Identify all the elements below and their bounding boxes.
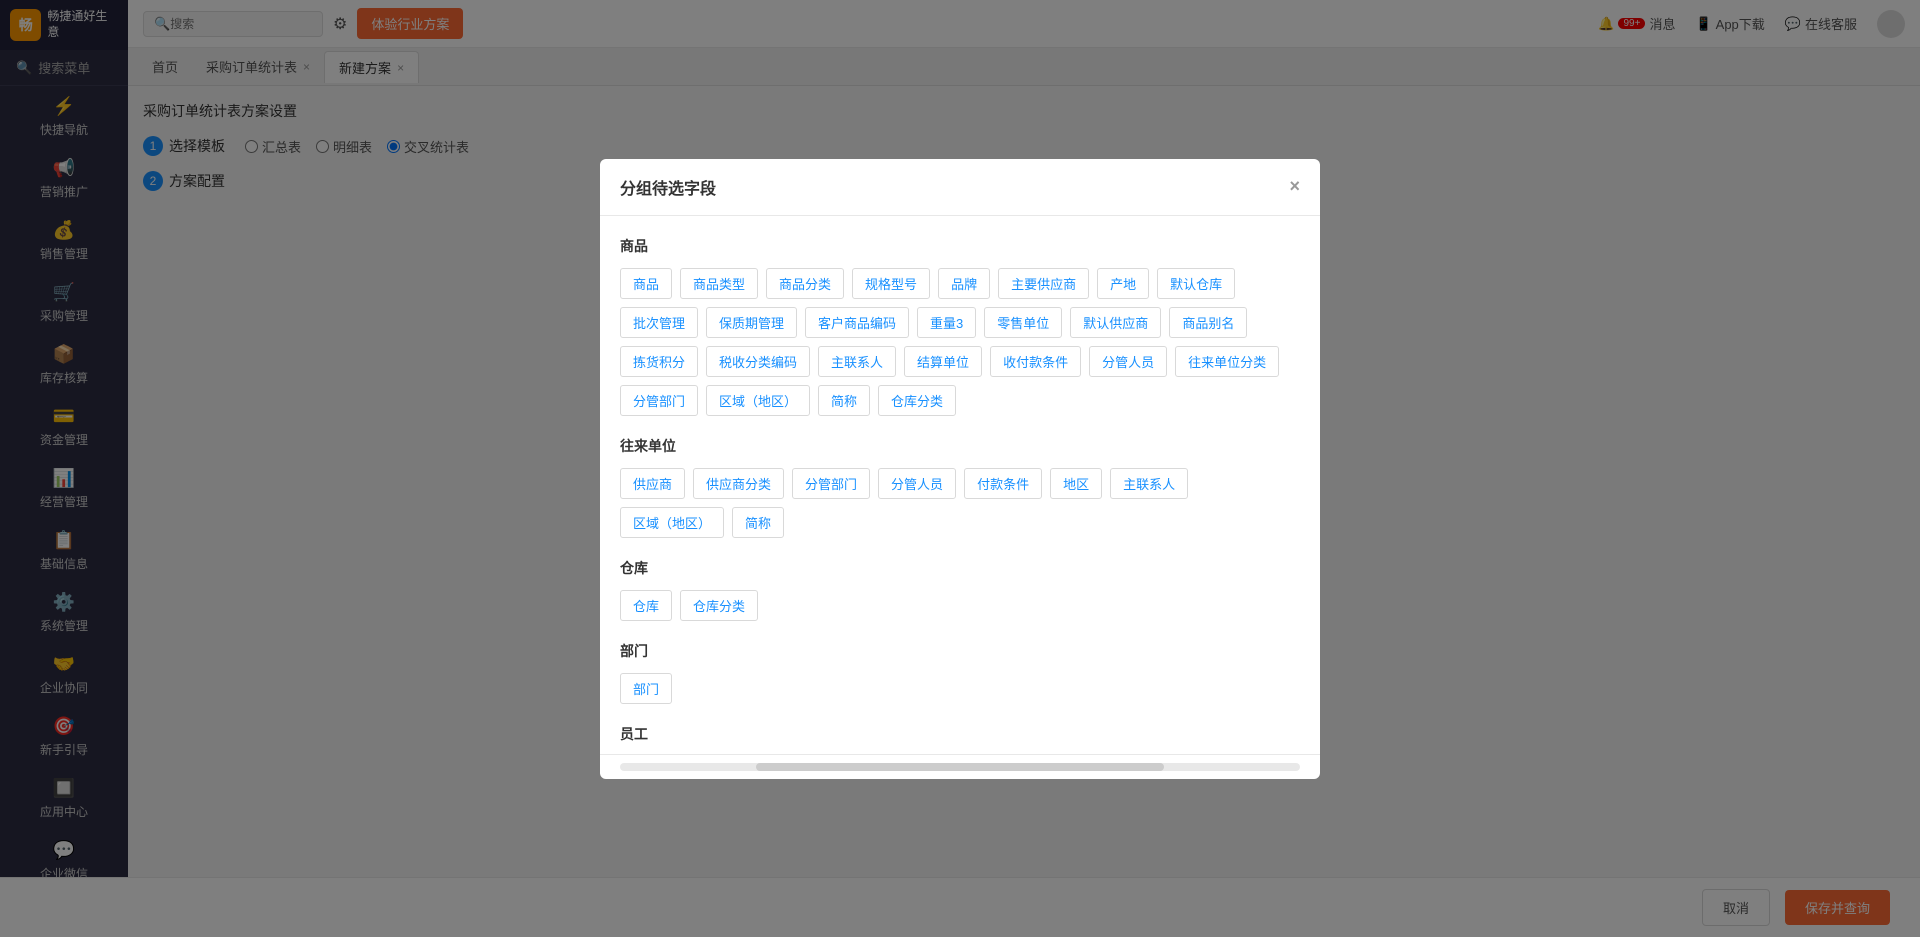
field-tag[interactable]: 供应商 <box>620 468 685 499</box>
field-tag[interactable]: 保质期管理 <box>706 307 797 338</box>
field-tag[interactable]: 拣货积分 <box>620 346 698 377</box>
section-department-title: 部门 <box>620 641 1300 661</box>
section-warehouse-title: 仓库 <box>620 558 1300 578</box>
department-tags: 部门 <box>620 673 1300 704</box>
field-tag[interactable]: 客户商品编码 <box>805 307 909 338</box>
field-tag[interactable]: 默认仓库 <box>1157 268 1235 299</box>
modal: 分组待选字段 × 商品 商品 商品类型 商品分类 规格型号 品牌 主要供应商 产… <box>600 159 1320 779</box>
modal-horizontal-scrollbar[interactable] <box>620 763 1300 771</box>
field-tag[interactable]: 区域（地区） <box>620 507 724 538</box>
field-tag[interactable]: 供应商分类 <box>693 468 784 499</box>
warehouse-tags: 仓库 仓库分类 <box>620 590 1300 621</box>
section-goods-title: 商品 <box>620 236 1300 256</box>
field-tag[interactable]: 付款条件 <box>964 468 1042 499</box>
counterpart-tags: 供应商 供应商分类 分管部门 分管人员 付款条件 地区 主联系人 区域（地区） … <box>620 468 1300 538</box>
field-tag[interactable]: 批次管理 <box>620 307 698 338</box>
field-tag[interactable]: 主联系人 <box>818 346 896 377</box>
field-tag[interactable]: 税收分类编码 <box>706 346 810 377</box>
field-tag[interactable]: 重量3 <box>917 307 976 338</box>
field-tag[interactable]: 商品类型 <box>680 268 758 299</box>
section-employee: 员工 业务员 <box>620 724 1300 754</box>
modal-header: 分组待选字段 × <box>600 159 1320 216</box>
modal-hscroll-thumb[interactable] <box>756 763 1164 771</box>
field-tag[interactable]: 默认供应商 <box>1070 307 1161 338</box>
field-tag[interactable]: 产地 <box>1097 268 1149 299</box>
section-counterpart: 往来单位 供应商 供应商分类 分管部门 分管人员 付款条件 地区 主联系人 区域… <box>620 436 1300 538</box>
modal-overlay: 分组待选字段 × 商品 商品 商品类型 商品分类 规格型号 品牌 主要供应商 产… <box>0 0 1920 937</box>
goods-tags: 商品 商品类型 商品分类 规格型号 品牌 主要供应商 产地 默认仓库 批次管理 … <box>620 268 1300 416</box>
modal-footer-scroll <box>600 754 1320 779</box>
field-tag[interactable]: 地区 <box>1050 468 1102 499</box>
field-tag[interactable]: 仓库分类 <box>878 385 956 416</box>
section-department: 部门 部门 <box>620 641 1300 704</box>
field-tag[interactable]: 品牌 <box>938 268 990 299</box>
field-tag[interactable]: 商品 <box>620 268 672 299</box>
field-tag[interactable]: 分管部门 <box>792 468 870 499</box>
field-tag[interactable]: 分管人员 <box>878 468 956 499</box>
field-tag[interactable]: 商品分类 <box>766 268 844 299</box>
field-tag[interactable]: 主联系人 <box>1110 468 1188 499</box>
field-tag[interactable]: 简称 <box>818 385 870 416</box>
field-tag[interactable]: 部门 <box>620 673 672 704</box>
field-tag[interactable]: 仓库分类 <box>680 590 758 621</box>
field-tag[interactable]: 仓库 <box>620 590 672 621</box>
section-goods: 商品 商品 商品类型 商品分类 规格型号 品牌 主要供应商 产地 默认仓库 批次… <box>620 236 1300 416</box>
field-tag[interactable]: 分管人员 <box>1089 346 1167 377</box>
field-tag[interactable]: 收付款条件 <box>990 346 1081 377</box>
modal-close-button[interactable]: × <box>1289 176 1300 197</box>
modal-body[interactable]: 商品 商品 商品类型 商品分类 规格型号 品牌 主要供应商 产地 默认仓库 批次… <box>600 216 1320 754</box>
field-tag[interactable]: 零售单位 <box>984 307 1062 338</box>
modal-title: 分组待选字段 <box>620 175 716 199</box>
section-employee-title: 员工 <box>620 724 1300 744</box>
field-tag[interactable]: 分管部门 <box>620 385 698 416</box>
field-tag[interactable]: 规格型号 <box>852 268 930 299</box>
field-tag[interactable]: 区域（地区） <box>706 385 810 416</box>
field-tag[interactable]: 商品别名 <box>1169 307 1247 338</box>
field-tag[interactable]: 主要供应商 <box>998 268 1089 299</box>
field-tag[interactable]: 往来单位分类 <box>1175 346 1279 377</box>
section-warehouse: 仓库 仓库 仓库分类 <box>620 558 1300 621</box>
field-tag[interactable]: 结算单位 <box>904 346 982 377</box>
section-counterpart-title: 往来单位 <box>620 436 1300 456</box>
field-tag[interactable]: 简称 <box>732 507 784 538</box>
